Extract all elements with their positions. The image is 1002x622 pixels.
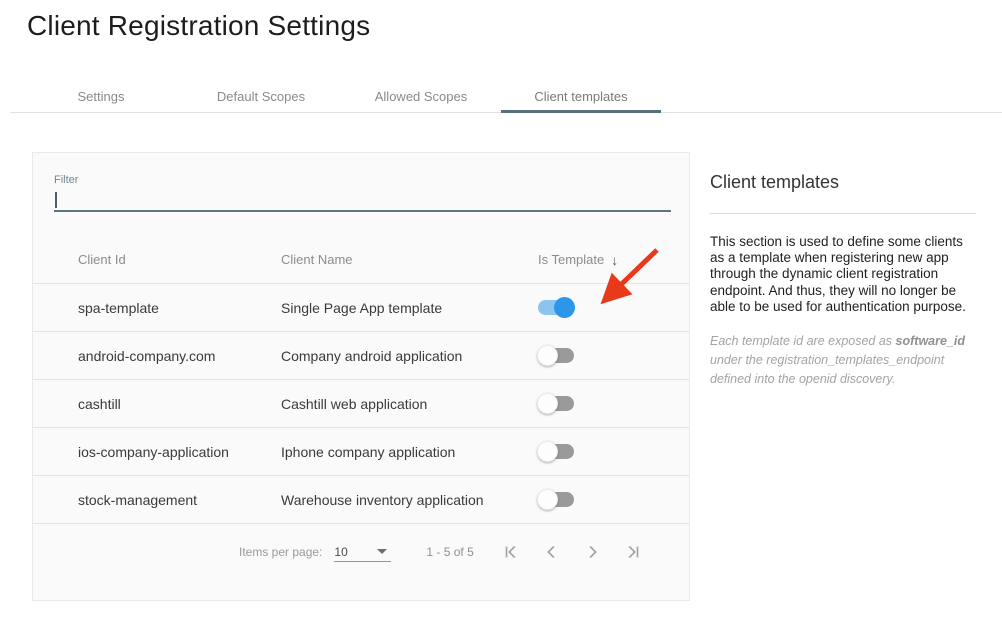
tab-default-scopes[interactable]: Default Scopes — [181, 79, 341, 113]
tab-settings[interactable]: Settings — [21, 79, 181, 113]
client-templates-help-panel: Client templates This section is used to… — [710, 172, 976, 389]
is-template-toggle[interactable] — [538, 348, 574, 363]
cell-client-name: Single Page App template — [281, 300, 538, 316]
table-row: android-company.com Company android appl… — [33, 332, 689, 380]
paginator-nav — [500, 540, 644, 564]
last-page-button[interactable] — [620, 540, 644, 564]
previous-page-button[interactable] — [540, 540, 564, 564]
cell-client-name: Company android application — [281, 348, 538, 364]
table-row: stock-management Warehouse inventory app… — [33, 476, 689, 524]
table-row: ios-company-application Iphone company a… — [33, 428, 689, 476]
tab-bar: Settings Default Scopes Allowed Scopes C… — [10, 79, 1002, 113]
is-template-toggle[interactable] — [538, 444, 574, 459]
dropdown-arrow-icon — [377, 549, 387, 554]
filter-input[interactable] — [54, 189, 671, 212]
note-prefix: Each template id are exposed as — [710, 334, 896, 348]
toggle-thumb — [537, 345, 558, 366]
cell-client-id: android-company.com — [33, 348, 281, 364]
cell-client-name: Iphone company application — [281, 444, 538, 460]
is-template-toggle[interactable] — [538, 396, 574, 411]
note-suffix: under the registration_templates_endpoin… — [710, 353, 944, 386]
cell-client-id: spa-template — [33, 300, 281, 316]
is-template-toggle[interactable] — [538, 492, 574, 507]
help-panel-description: This section is used to define some clie… — [710, 234, 976, 315]
cell-client-name: Cashtill web application — [281, 396, 538, 412]
cell-client-id: stock-management — [33, 492, 281, 508]
table-row: cashtill Cashtill web application — [33, 380, 689, 428]
last-page-icon — [621, 541, 643, 563]
tab-allowed-scopes[interactable]: Allowed Scopes — [341, 79, 501, 113]
chevron-left-icon — [541, 541, 563, 563]
cell-client-id: cashtill — [33, 396, 281, 412]
paginator: Items per page: 10 1 - 5 of 5 — [33, 524, 689, 580]
page-range-label: 1 - 5 of 5 — [426, 545, 473, 559]
column-header-is-template[interactable]: Is Template ↓ — [538, 252, 689, 268]
column-header-client-id: Client Id — [33, 252, 281, 267]
table-header-row: Client Id Client Name Is Template ↓ — [33, 236, 689, 284]
is-template-toggle[interactable] — [538, 300, 574, 315]
first-page-icon — [501, 541, 523, 563]
help-panel-title: Client templates — [710, 172, 976, 193]
text-caret — [55, 192, 57, 208]
toggle-thumb — [554, 297, 575, 318]
next-page-button[interactable] — [580, 540, 604, 564]
toggle-thumb — [537, 441, 558, 462]
filter-label: Filter — [54, 174, 78, 186]
page-title: Client Registration Settings — [27, 10, 370, 42]
cell-client-name: Warehouse inventory application — [281, 492, 538, 508]
toggle-thumb — [537, 489, 558, 510]
column-header-is-template-label: Is Template — [538, 252, 604, 267]
note-software-id: software_id — [896, 334, 965, 348]
first-page-button[interactable] — [500, 540, 524, 564]
client-templates-card: Filter Client Id Client Name Is Template… — [32, 152, 690, 601]
cell-client-id: ios-company-application — [33, 444, 281, 460]
help-panel-divider — [710, 213, 976, 214]
table-row: spa-template Single Page App template — [33, 284, 689, 332]
tab-client-templates[interactable]: Client templates — [501, 79, 661, 113]
page-size-value: 10 — [334, 545, 347, 559]
items-per-page-label: Items per page: — [239, 545, 322, 559]
sort-descending-icon: ↓ — [611, 252, 618, 268]
page-size-select[interactable]: 10 — [334, 542, 391, 562]
column-header-client-name: Client Name — [281, 252, 538, 267]
help-panel-note: Each template id are exposed as software… — [710, 332, 976, 389]
toggle-thumb — [537, 393, 558, 414]
chevron-right-icon — [581, 541, 603, 563]
client-templates-table: Client Id Client Name Is Template ↓ spa-… — [33, 236, 689, 524]
